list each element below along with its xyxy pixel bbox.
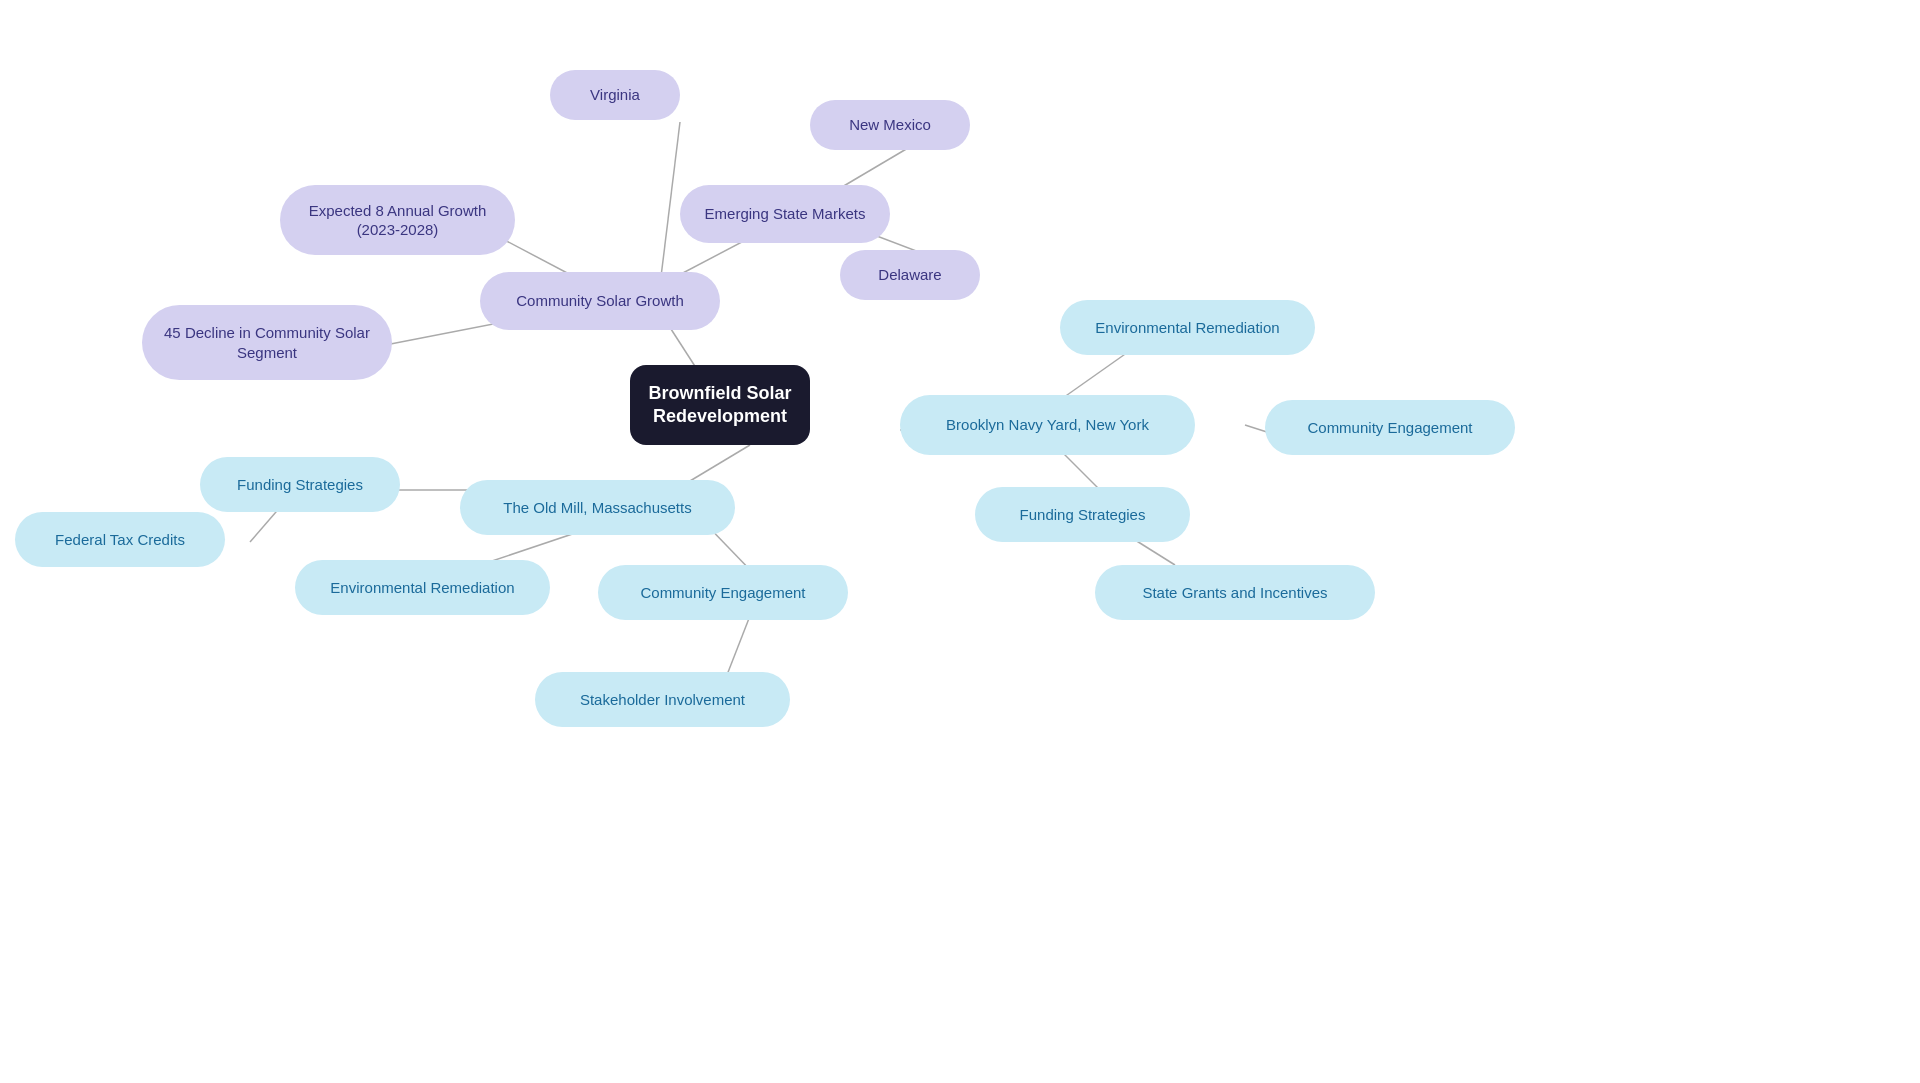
node-delaware[interactable]: Delaware xyxy=(840,250,980,300)
node-community-engagement-left[interactable]: Community Engagement xyxy=(598,565,848,620)
node-funding-strategies-right[interactable]: Funding Strategies xyxy=(975,487,1190,542)
node-community-solar-growth[interactable]: Community Solar Growth xyxy=(480,272,720,330)
node-new-mexico[interactable]: New Mexico xyxy=(810,100,970,150)
node-funding-strategies-left[interactable]: Funding Strategies xyxy=(200,457,400,512)
node-community-engagement-right[interactable]: Community Engagement xyxy=(1265,400,1515,455)
node-env-remediation-left[interactable]: Environmental Remediation xyxy=(295,560,550,615)
node-brooklyn-navy-yard[interactable]: Brooklyn Navy Yard, New York xyxy=(900,395,1195,455)
svg-line-16 xyxy=(1060,450,1100,490)
node-env-remediation-right[interactable]: Environmental Remediation xyxy=(1060,300,1315,355)
svg-line-1 xyxy=(660,122,680,285)
node-federal-tax-credits[interactable]: Federal Tax Credits xyxy=(15,512,225,567)
node-stakeholder-involvement[interactable]: Stakeholder Involvement xyxy=(535,672,790,727)
center-node[interactable]: Brownfield Solar Redevelopment xyxy=(630,365,810,445)
node-virginia[interactable]: Virginia xyxy=(550,70,680,120)
node-state-grants[interactable]: State Grants and Incentives xyxy=(1095,565,1375,620)
node-emerging-state-markets[interactable]: Emerging State Markets xyxy=(680,185,890,243)
node-decline[interactable]: 45 Decline in Community Solar Segment xyxy=(142,305,392,380)
node-old-mill[interactable]: The Old Mill, Massachusetts xyxy=(460,480,735,535)
node-expected-growth[interactable]: Expected 8 Annual Growth (2023-2028) xyxy=(280,185,515,255)
